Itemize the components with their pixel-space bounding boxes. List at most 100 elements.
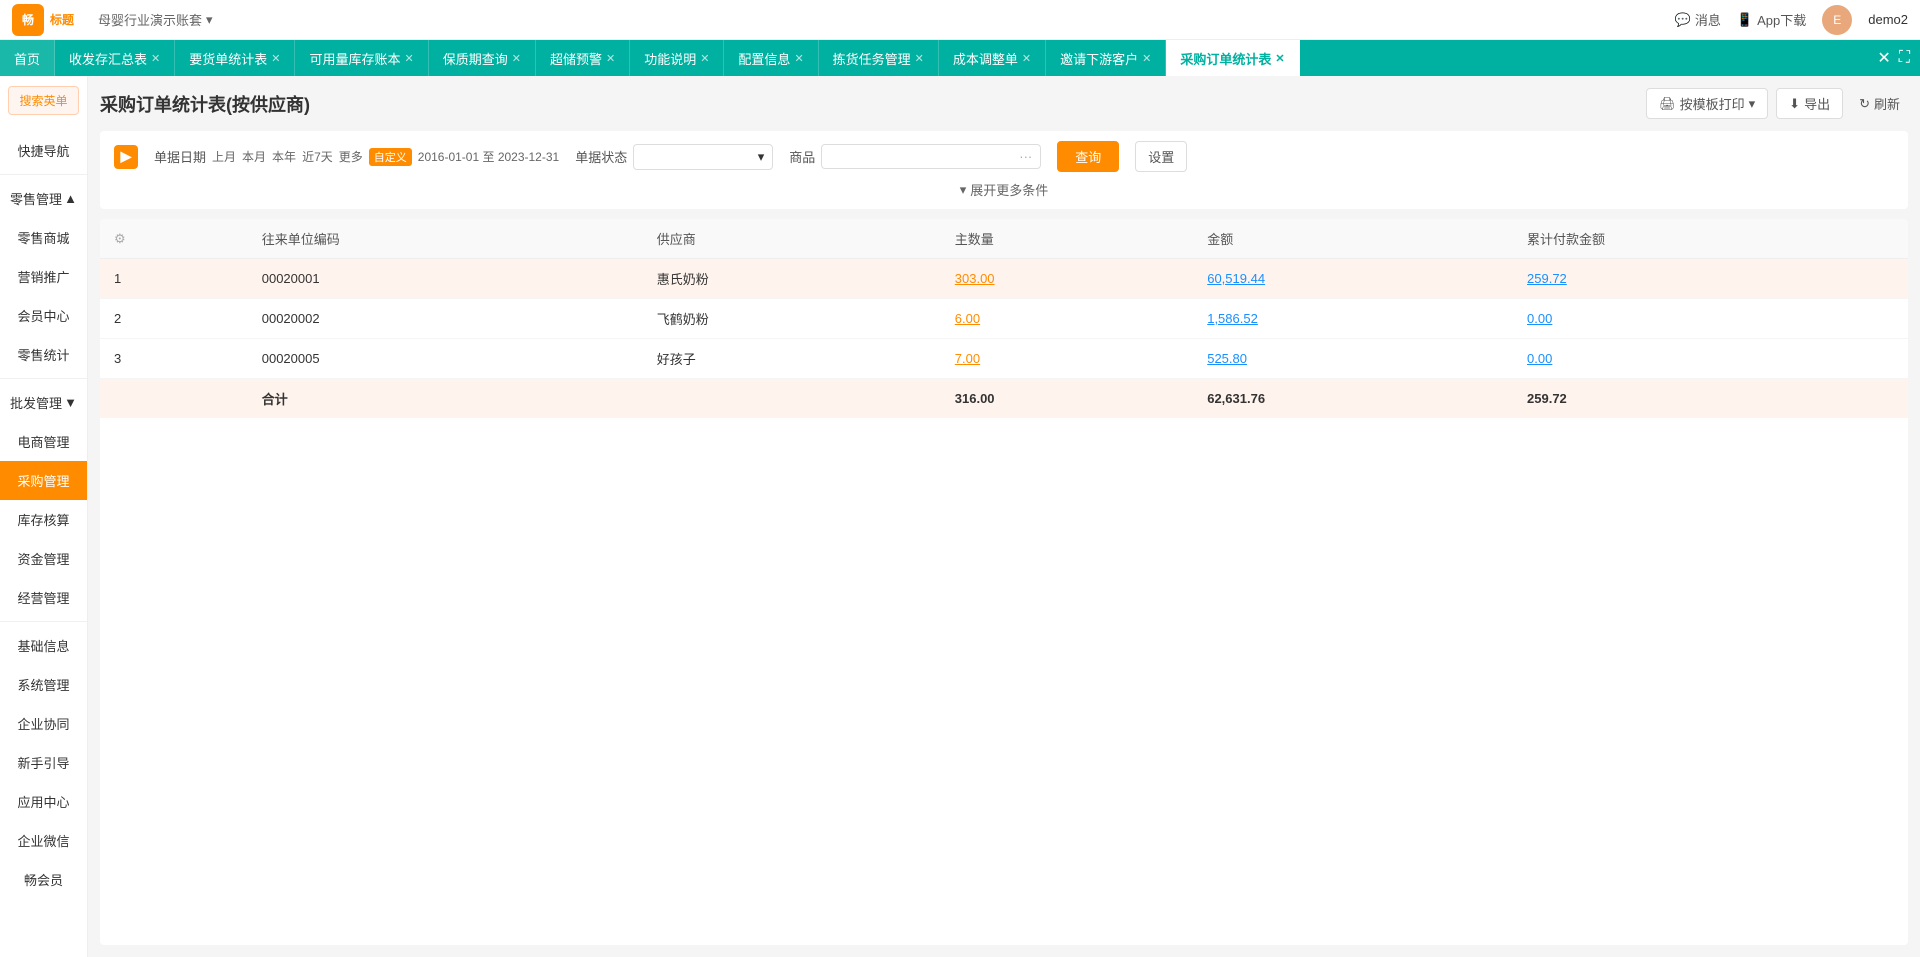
row-supplier: 飞鹤奶粉 (643, 299, 941, 339)
row-amount-link[interactable]: 60,519.44 (1207, 271, 1265, 286)
row-qty[interactable]: 303.00 (941, 259, 1193, 299)
tab-overstock-warning-close[interactable]: ✕ (606, 52, 615, 65)
export-icon: ⬇ (1789, 96, 1800, 112)
filter-date-more[interactable]: 更多 (339, 148, 363, 165)
sidebar-item-finance[interactable]: 资金管理 (0, 539, 87, 578)
filter-date-last-month[interactable]: 上月 (212, 148, 236, 165)
tab-config-info[interactable]: 配置信息 ✕ (724, 40, 818, 76)
message-button[interactable]: 💬 消息 (1675, 10, 1721, 29)
sidebar-item-retail-manage[interactable]: 零售管理 ▲ (0, 179, 87, 218)
sidebar-item-wholesale-label: 批发管理 (10, 393, 62, 412)
row-paid[interactable]: 0.00 (1513, 339, 1908, 379)
table-header-row: ⚙ 往来单位编码 供应商 主数量 金额 累计付款金额 (100, 219, 1908, 259)
row-paid-link[interactable]: 0.00 (1527, 351, 1552, 366)
filter-status-item: 单据状态 ▾ (575, 144, 773, 170)
row-amount-link[interactable]: 525.80 (1207, 351, 1247, 366)
row-paid-link[interactable]: 0.00 (1527, 311, 1552, 326)
filter-date-7days[interactable]: 近7天 (302, 148, 333, 165)
row-paid[interactable]: 259.72 (1513, 259, 1908, 299)
tab-receive-summary[interactable]: 收发存汇总表 ✕ (55, 40, 175, 76)
filter-status-select[interactable]: ▾ (633, 144, 773, 170)
tab-invite-customer[interactable]: 邀请下游客户 ✕ (1046, 40, 1166, 76)
tab-config-info-close[interactable]: ✕ (794, 52, 803, 65)
tab-function-desc[interactable]: 功能说明 ✕ (630, 40, 724, 76)
sidebar-item-quicknav[interactable]: 快捷导航 (0, 131, 87, 170)
row-qty-link[interactable]: 6.00 (955, 311, 980, 326)
col-code: 往来单位编码 (248, 219, 643, 259)
table-container: ⚙ 往来单位编码 供应商 主数量 金额 累计付款金额 1 00020001 惠氏… (100, 219, 1908, 945)
tab-purchase-stats[interactable]: 采购订单统计表 ✕ (1166, 40, 1299, 76)
nav-tab-actions: ✕ ⛶ (1867, 48, 1920, 68)
tab-inventory-book-close[interactable]: ✕ (405, 52, 414, 65)
sidebar-item-ecommerce[interactable]: 电商管理 (0, 422, 87, 461)
query-button[interactable]: 查询 (1057, 141, 1119, 172)
tab-invite-customer-close[interactable]: ✕ (1142, 52, 1151, 65)
tab-function-desc-label: 功能说明 (644, 49, 696, 68)
sidebar-item-weixin[interactable]: 企业微信 (0, 821, 87, 860)
row-amount[interactable]: 1,586.52 (1193, 299, 1513, 339)
filter-goods-input[interactable]: ··· (821, 144, 1041, 169)
app-download-button[interactable]: 📱 App下载 (1737, 10, 1806, 29)
filter-goods-more-icon[interactable]: ··· (1019, 149, 1032, 164)
sidebar-item-retail-shop[interactable]: 零售商城 (0, 218, 87, 257)
col-paid: 累计付款金额 (1513, 219, 1908, 259)
filter-date-range: 2016-01-01 至 2023-12-31 (418, 148, 559, 165)
sidebar-item-quicknav-label: 快捷导航 (17, 141, 69, 160)
sidebar-item-retail-stats[interactable]: 零售统计 (0, 335, 87, 374)
workspace-selector[interactable]: 母婴行业演示账套 ▾ (98, 10, 213, 29)
tab-receive-summary-close[interactable]: ✕ (151, 52, 160, 65)
row-paid[interactable]: 0.00 (1513, 299, 1908, 339)
filter-status-dropdown-icon: ▾ (758, 149, 765, 165)
filter-toggle-button[interactable]: ▶ (114, 145, 138, 169)
expand-more-label: 展开更多条件 (970, 180, 1048, 199)
settings-button[interactable]: 设置 (1135, 141, 1187, 172)
tab-order-stats[interactable]: 要货单统计表 ✕ (175, 40, 295, 76)
tab-quality-query-close[interactable]: ✕ (512, 52, 521, 65)
search-button[interactable]: 搜索英单 (8, 86, 79, 115)
tab-home[interactable]: 首页 (0, 40, 55, 76)
filter-date-this-month[interactable]: 本月 (242, 148, 266, 165)
sidebar-item-member2[interactable]: 畅会员 (0, 860, 87, 899)
print-button[interactable]: 🖨 按模板打印 ▾ (1646, 88, 1768, 119)
sidebar-item-basic[interactable]: 基础信息 (0, 626, 87, 665)
sidebar-item-retail-manage-arrow: ▲ (64, 191, 77, 206)
tab-overstock-warning[interactable]: 超储预警 ✕ (536, 40, 630, 76)
tab-function-desc-close[interactable]: ✕ (700, 52, 709, 65)
sidebar-item-appcenter[interactable]: 应用中心 (0, 782, 87, 821)
tab-cost-adjust[interactable]: 成本调整单 ✕ (939, 40, 1046, 76)
sidebar-item-system[interactable]: 系统管理 (0, 665, 87, 704)
sidebar: 搜索英单 快捷导航 零售管理 ▲ 零售商城 营销推广 会员中心 零售统计 (0, 76, 88, 957)
sidebar-item-collab[interactable]: 企业协同 (0, 704, 87, 743)
sidebar-item-purchase[interactable]: 采购管理 (0, 461, 87, 500)
row-amount[interactable]: 525.80 (1193, 339, 1513, 379)
row-amount-link[interactable]: 1,586.52 (1207, 311, 1258, 326)
filter-date-this-year[interactable]: 本年 (272, 148, 296, 165)
refresh-button[interactable]: ↻ 刷新 (1851, 89, 1908, 118)
tab-inventory-book[interactable]: 可用量库存账本 ✕ (295, 40, 428, 76)
footer-paid: 259.72 (1513, 379, 1908, 419)
tab-pick-task[interactable]: 拣货任务管理 ✕ (819, 40, 939, 76)
row-qty[interactable]: 6.00 (941, 299, 1193, 339)
sidebar-item-member[interactable]: 会员中心 (0, 296, 87, 335)
tab-purchase-stats-close[interactable]: ✕ (1275, 52, 1284, 65)
row-qty-link[interactable]: 303.00 (955, 271, 995, 286)
tab-pick-task-close[interactable]: ✕ (915, 52, 924, 65)
tab-maximize-icon[interactable]: ⛶ (1899, 49, 1910, 67)
tab-order-stats-close[interactable]: ✕ (271, 52, 280, 65)
sidebar-item-marketing[interactable]: 营销推广 (0, 257, 87, 296)
sidebar-item-business[interactable]: 经营管理 (0, 578, 87, 617)
tab-quality-query[interactable]: 保质期查询 ✕ (429, 40, 536, 76)
sidebar-item-wholesale[interactable]: 批发管理 ▼ (0, 383, 87, 422)
export-button[interactable]: ⬇ 导出 (1776, 88, 1843, 119)
row-qty[interactable]: 7.00 (941, 339, 1193, 379)
user-name: demo2 (1868, 12, 1908, 27)
row-paid-link[interactable]: 259.72 (1527, 271, 1567, 286)
tab-cost-adjust-close[interactable]: ✕ (1022, 52, 1031, 65)
sidebar-item-inventory[interactable]: 库存核算 (0, 500, 87, 539)
tab-close-all-icon[interactable]: ✕ (1877, 48, 1890, 68)
row-amount[interactable]: 60,519.44 (1193, 259, 1513, 299)
row-qty-link[interactable]: 7.00 (955, 351, 980, 366)
col-settings[interactable]: ⚙ (100, 219, 248, 259)
expand-more-button[interactable]: ▾ 展开更多条件 (960, 180, 1049, 199)
sidebar-item-newguide[interactable]: 新手引导 (0, 743, 87, 782)
